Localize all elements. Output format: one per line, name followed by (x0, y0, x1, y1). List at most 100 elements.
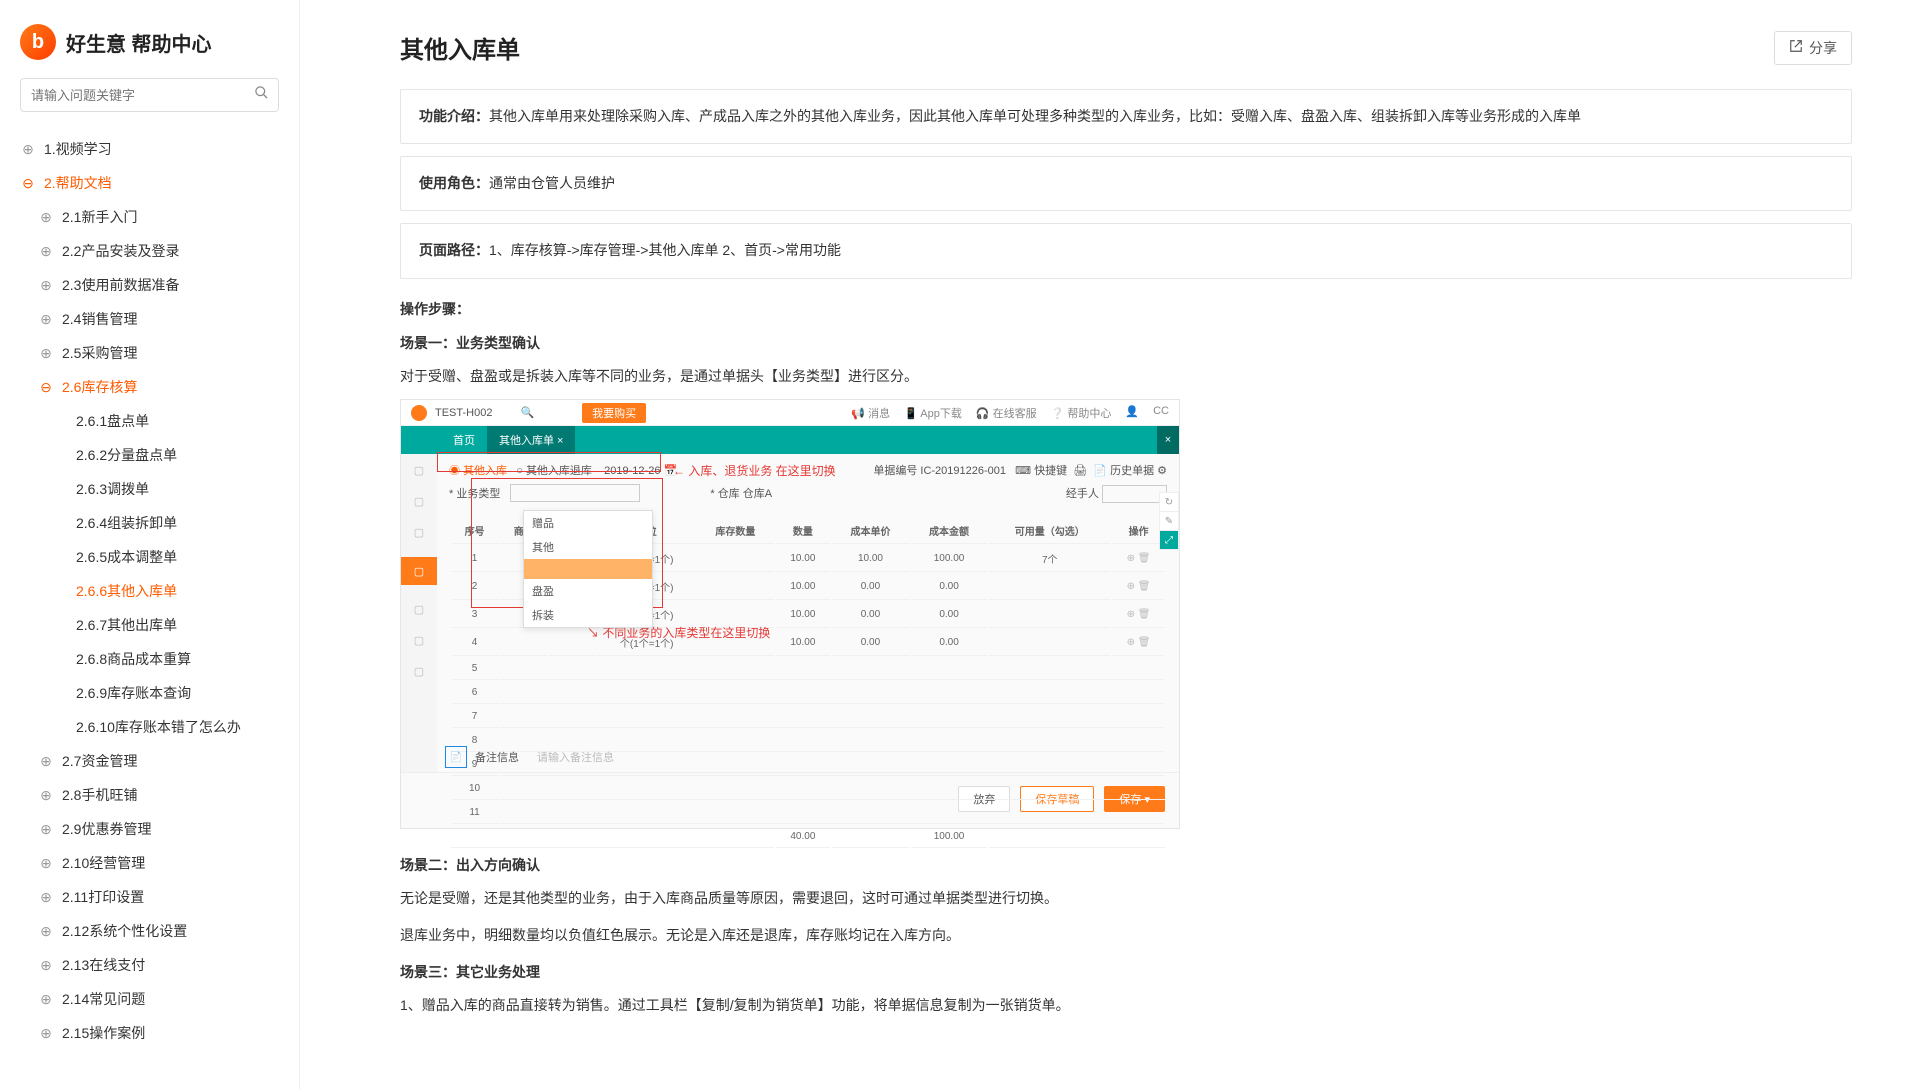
ss-nav-icon: ▢ (414, 634, 424, 647)
nav-item[interactable]: ⊕2.5采购管理 (20, 343, 279, 363)
search-input[interactable] (20, 78, 279, 112)
nav-item[interactable]: 2.6.10库存账本错了怎么办 (20, 717, 279, 737)
ss-logo-icon (411, 405, 427, 421)
ss-wh-label: 仓库 (718, 488, 740, 500)
nav-item[interactable]: 2.6.9库存账本查询 (20, 683, 279, 703)
table-row: 10 (451, 778, 1165, 800)
plus-icon: ⊕ (38, 991, 54, 1007)
share-icon (1789, 39, 1803, 56)
ss-quick: 快捷键 (1034, 465, 1067, 477)
ss-dd-opt: 其他 (524, 535, 652, 559)
nav-item[interactable]: 2.6.3调拨单 (20, 479, 279, 499)
ss-note-icon: 📄 (445, 746, 467, 768)
plus-icon: ⊕ (38, 277, 54, 293)
nav-item[interactable]: ⊕2.3使用前数据准备 (20, 275, 279, 295)
nav-item[interactable]: 2.6.6其他入库单 (20, 581, 279, 601)
ss-close-icon: × (1157, 426, 1179, 454)
plus-icon: ⊕ (38, 753, 54, 769)
ss-user: CC (1153, 405, 1169, 421)
plus-icon: ⊕ (38, 821, 54, 837)
search-icon[interactable] (254, 85, 269, 105)
nav-item[interactable]: ⊕1.视频学习 (20, 139, 279, 159)
plus-icon: ⊕ (20, 141, 36, 157)
nav-item[interactable]: ⊕2.14常见问题 (20, 989, 279, 1009)
scene1-text: 对于受赠、盘盈或是拆装入库等不同的业务，是通过单据头【业务类型】进行区分。 (400, 363, 1852, 390)
intro-key: 功能介绍： (419, 108, 489, 124)
nav-item[interactable]: ⊕2.11打印设置 (20, 887, 279, 907)
ss-nav-icon: ▢ (414, 526, 424, 539)
ss-th: 库存数量 (697, 518, 774, 544)
nav-item[interactable]: 2.6.5成本调整单 (20, 547, 279, 567)
nav-item[interactable]: 2.6.8商品成本重算 (20, 649, 279, 669)
path-key: 页面路径： (419, 242, 489, 258)
nav-item[interactable]: ⊕2.12系统个性化设置 (20, 921, 279, 941)
ss-nav-icon: ▢ (414, 603, 424, 616)
main-content: 其他入库单 分享 功能介绍：其他入库单用来处理除采购入库、产成品入库之外的其他入… (300, 0, 1920, 1089)
nav-item[interactable]: ⊖2.6库存核算 (20, 377, 279, 397)
ss-nav-icon: ▢ (414, 665, 424, 678)
plus-icon: ⊕ (38, 209, 54, 225)
ss-dd-opt: 盘盈 (524, 579, 652, 603)
scene3-heading: 场景三：其它业务处理 (400, 962, 1852, 982)
brand-title: 好生意 帮助中心 (66, 28, 212, 57)
steps-heading: 操作步骤： (400, 299, 1852, 319)
nav-item[interactable]: ⊕2.13在线支付 (20, 955, 279, 975)
nav-item[interactable]: ⊕2.4销售管理 (20, 309, 279, 329)
nav-item[interactable]: 2.6.4组装拆卸单 (20, 513, 279, 533)
scene2-text2: 退库业务中，明细数量均以负值红色展示。无论是入库还是退库，库存账均记在入库方向。 (400, 922, 1852, 949)
table-row: 4个(1个=1个)10.000.000.00⊕ 🗑 (451, 630, 1165, 656)
nav-item[interactable]: ⊖2.帮助文档 (20, 173, 279, 193)
nav-item[interactable]: 2.6.7其他出库单 (20, 615, 279, 635)
ss-dd-opt: 拆装 (524, 603, 652, 627)
ss-history: 历史单据 (1110, 465, 1154, 477)
nav-item[interactable]: ⊕2.15操作案例 (20, 1023, 279, 1043)
ss-link-help: ❔ 帮助中心 (1051, 405, 1112, 421)
ss-top-links: 📢 消息 📱 App下载 🎧 在线客服 ❔ 帮助中心 👤 CC (851, 405, 1169, 421)
ss-env: TEST-H002 (435, 407, 492, 419)
nav-item[interactable]: 2.6.2分量盘点单 (20, 445, 279, 465)
plus-icon: ⊕ (38, 855, 54, 871)
ss-link-msg: 📢 消息 (851, 405, 890, 421)
ss-anno1: ← 入库、退货业务 在这里切换 (673, 462, 836, 479)
plus-icon: ⊕ (38, 1025, 54, 1041)
plus-icon: ⊕ (38, 787, 54, 803)
table-row: 6 (451, 682, 1165, 704)
ss-nav-icon: ▢ (414, 464, 424, 477)
ss-tool-icon: ↻ (1159, 492, 1179, 512)
sidebar: b 好生意 帮助中心 ⊕1.视频学习 ⊖2.帮助文档 ⊕2.1新手入门 ⊕2.2产品安… (0, 0, 300, 1089)
ss-left-nav: ▢ ▢ ▢ ▢ ▢ ▢ ▢ (401, 454, 437, 772)
plus-icon: ⊕ (38, 923, 54, 939)
ss-buy-button: 我要购买 (582, 403, 646, 423)
role-key: 使用角色： (419, 175, 489, 191)
ss-th: 操作 (1112, 518, 1165, 544)
nav-item[interactable]: ⊕2.8手机旺铺 (20, 785, 279, 805)
table-row: 7 (451, 706, 1165, 728)
nav-item[interactable]: ⊕2.2产品安装及登录 (20, 241, 279, 261)
ss-tool-icon: ⤢ (1159, 530, 1179, 550)
nav-tree: ⊕1.视频学习 ⊖2.帮助文档 ⊕2.1新手入门 ⊕2.2产品安装及登录 ⊕2.3使用前… (20, 132, 279, 1050)
share-label: 分享 (1809, 38, 1837, 58)
nav-item[interactable]: ⊕2.10经营管理 (20, 853, 279, 873)
ss-link-app: 📱 App下载 (904, 405, 962, 421)
page-title: 其他入库单 (400, 30, 520, 65)
nav-item[interactable]: 2.6.1盘点单 (20, 411, 279, 431)
ss-avatar-icon: 👤 (1125, 405, 1139, 421)
ss-dropdown: 赠品 其他 盘盈 拆装 (523, 510, 653, 628)
nav-item[interactable]: ⊕2.7资金管理 (20, 751, 279, 771)
ss-th: 数量 (776, 518, 831, 544)
nav-item[interactable]: ⊕2.1新手入门 (20, 207, 279, 227)
plus-icon: ⊕ (38, 243, 54, 259)
role-box: 使用角色：通常由仓管人员维护 (400, 156, 1852, 211)
minus-icon: ⊖ (20, 175, 36, 191)
ss-th: 成本单价 (832, 518, 909, 544)
ss-dd-opt (524, 559, 652, 579)
nav-item[interactable]: ⊕2.9优惠券管理 (20, 819, 279, 839)
ss-tool-icon: ✎ (1159, 511, 1179, 531)
share-button[interactable]: 分享 (1774, 31, 1852, 65)
ss-note-label: 备注信息 (475, 749, 519, 765)
embedded-screenshot: TEST-H002 🔍 我要购买 📢 消息 📱 App下载 🎧 在线客服 ❔ 帮… (400, 399, 1180, 829)
intro-box: 功能介绍：其他入库单用来处理除采购入库、产成品入库之外的其他入库业务，因此其他入… (400, 89, 1852, 144)
search-box (20, 78, 279, 112)
ss-sidetools: ↻ ✎ ⤢ (1159, 492, 1179, 549)
brand-logo: b (20, 24, 56, 60)
